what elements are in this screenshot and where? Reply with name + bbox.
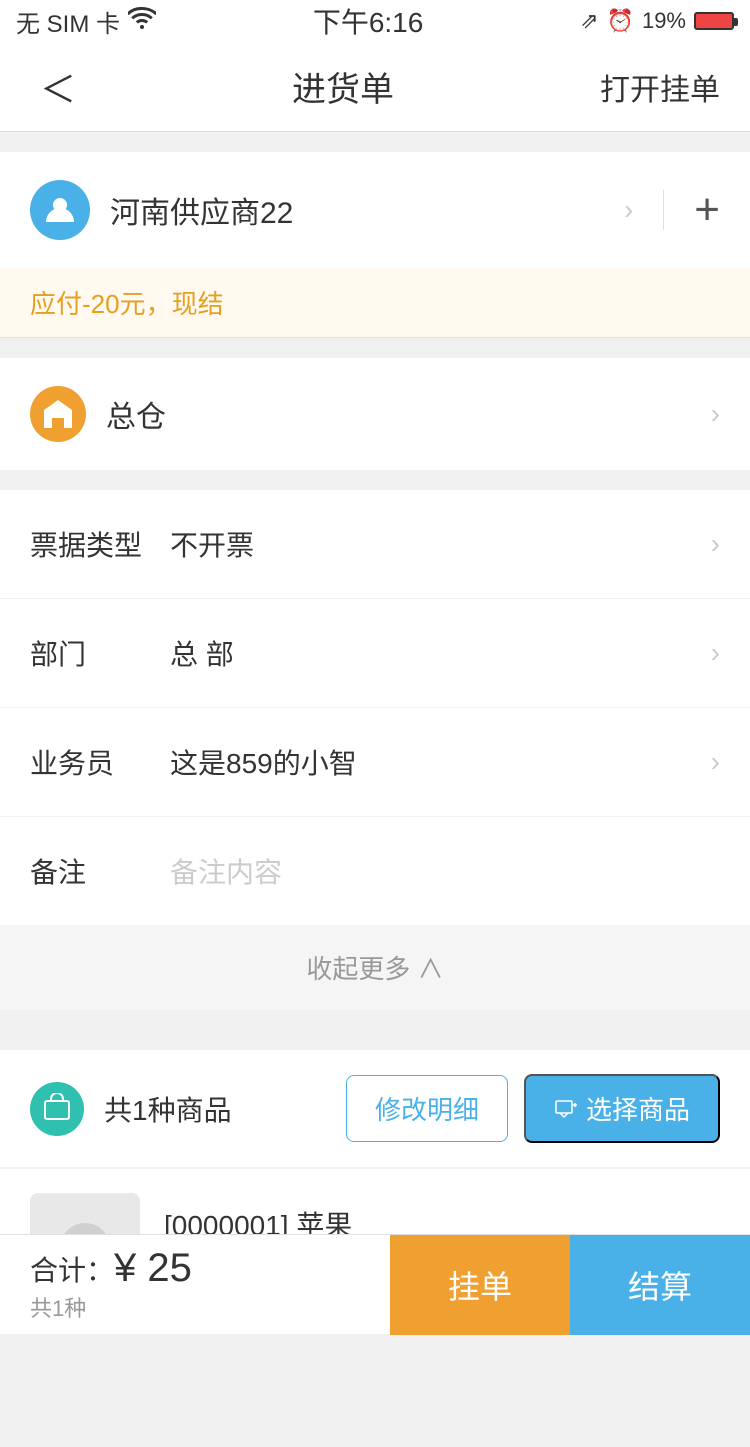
supplier-name: 河南供应商22 [110,188,624,232]
ticket-type-chevron-icon: › [711,528,720,560]
product-icon [30,1082,84,1136]
form-section: 票据类型 不开票 › 部门 总 部 › 业务员 这是859的小智 › 备注 备注… [0,490,750,925]
total-label: 合计： [30,1249,114,1289]
page-title: 进货单 [292,62,394,111]
warehouse-chevron-icon: › [711,398,720,430]
ticket-type-label: 票据类型 [30,524,150,564]
ticket-type-row[interactable]: 票据类型 不开票 › [0,490,750,599]
back-button[interactable]: ＜ [30,51,86,123]
remark-value[interactable]: 备注内容 [150,851,720,891]
section-gap-1 [0,132,750,152]
salesman-value: 这是859的小智 [150,742,711,782]
wifi-icon [128,7,156,36]
alarm-icon: ⏰ [607,8,634,34]
select-product-button[interactable]: 选择商品 [524,1074,720,1143]
status-right: ⇗ ⏰ 19% [580,8,734,34]
select-product-label: 选择商品 [586,1090,690,1127]
department-chevron-icon: › [711,637,720,669]
salesman-label: 业务员 [30,742,150,782]
collapse-button[interactable]: 收起更多 ∧ [0,925,750,1010]
department-row[interactable]: 部门 总 部 › [0,599,750,708]
salesman-chevron-icon: › [711,746,720,778]
status-time: 下午6:16 [313,1,424,41]
supplier-chevron-icon: › [624,194,633,226]
total-amount: ¥ 25 [114,1246,192,1291]
section-gap-2 [0,338,750,358]
battery-icon [694,12,734,30]
product-count: 共1种商品 [104,1089,346,1129]
nav-bar: ＜ 进货单 打开挂单 [0,42,750,132]
location-icon: ⇗ [580,8,598,34]
supplier-avatar [30,180,90,240]
section-gap-3 [0,470,750,490]
carrier-text: 无 SIM 卡 [16,4,120,39]
battery-percent: 19% [642,8,686,34]
bottom-spacer [0,1327,750,1447]
select-product-icon [554,1097,578,1121]
warehouse-name: 总仓 [106,392,711,436]
hold-button[interactable]: 挂单 [390,1235,570,1335]
remark-label: 备注 [30,851,150,891]
status-left: 无 SIM 卡 [16,4,156,39]
warehouse-icon [30,386,86,442]
remark-row[interactable]: 备注 备注内容 [0,817,750,925]
add-supplier-button[interactable]: + [694,188,720,232]
settle-button[interactable]: 结算 [570,1235,750,1335]
total-row: 合计： ¥ 25 [30,1246,360,1291]
ticket-type-value: 不开票 [150,524,711,564]
department-label: 部门 [30,633,150,673]
department-value: 总 部 [150,633,711,673]
total-count: 共1种 [30,1291,360,1323]
open-hold-button[interactable]: 打开挂单 [600,65,720,109]
product-header: 共1种商品 修改明细 选择商品 [0,1050,750,1167]
supplier-divider [663,190,664,230]
warehouse-section[interactable]: 总仓 › [0,358,750,470]
info-banner: 应付-20元，现结 [0,268,750,338]
status-bar: 无 SIM 卡 下午6:16 ⇗ ⏰ 19% [0,0,750,42]
bottom-bar: 合计： ¥ 25 共1种 挂单 结算 [0,1234,750,1334]
supplier-section[interactable]: 河南供应商22 › + [0,152,750,268]
section-gap-4 [0,1010,750,1030]
edit-detail-button[interactable]: 修改明细 [346,1075,508,1142]
salesman-row[interactable]: 业务员 这是859的小智 › [0,708,750,817]
total-section: 合计： ¥ 25 共1种 [0,1246,390,1323]
